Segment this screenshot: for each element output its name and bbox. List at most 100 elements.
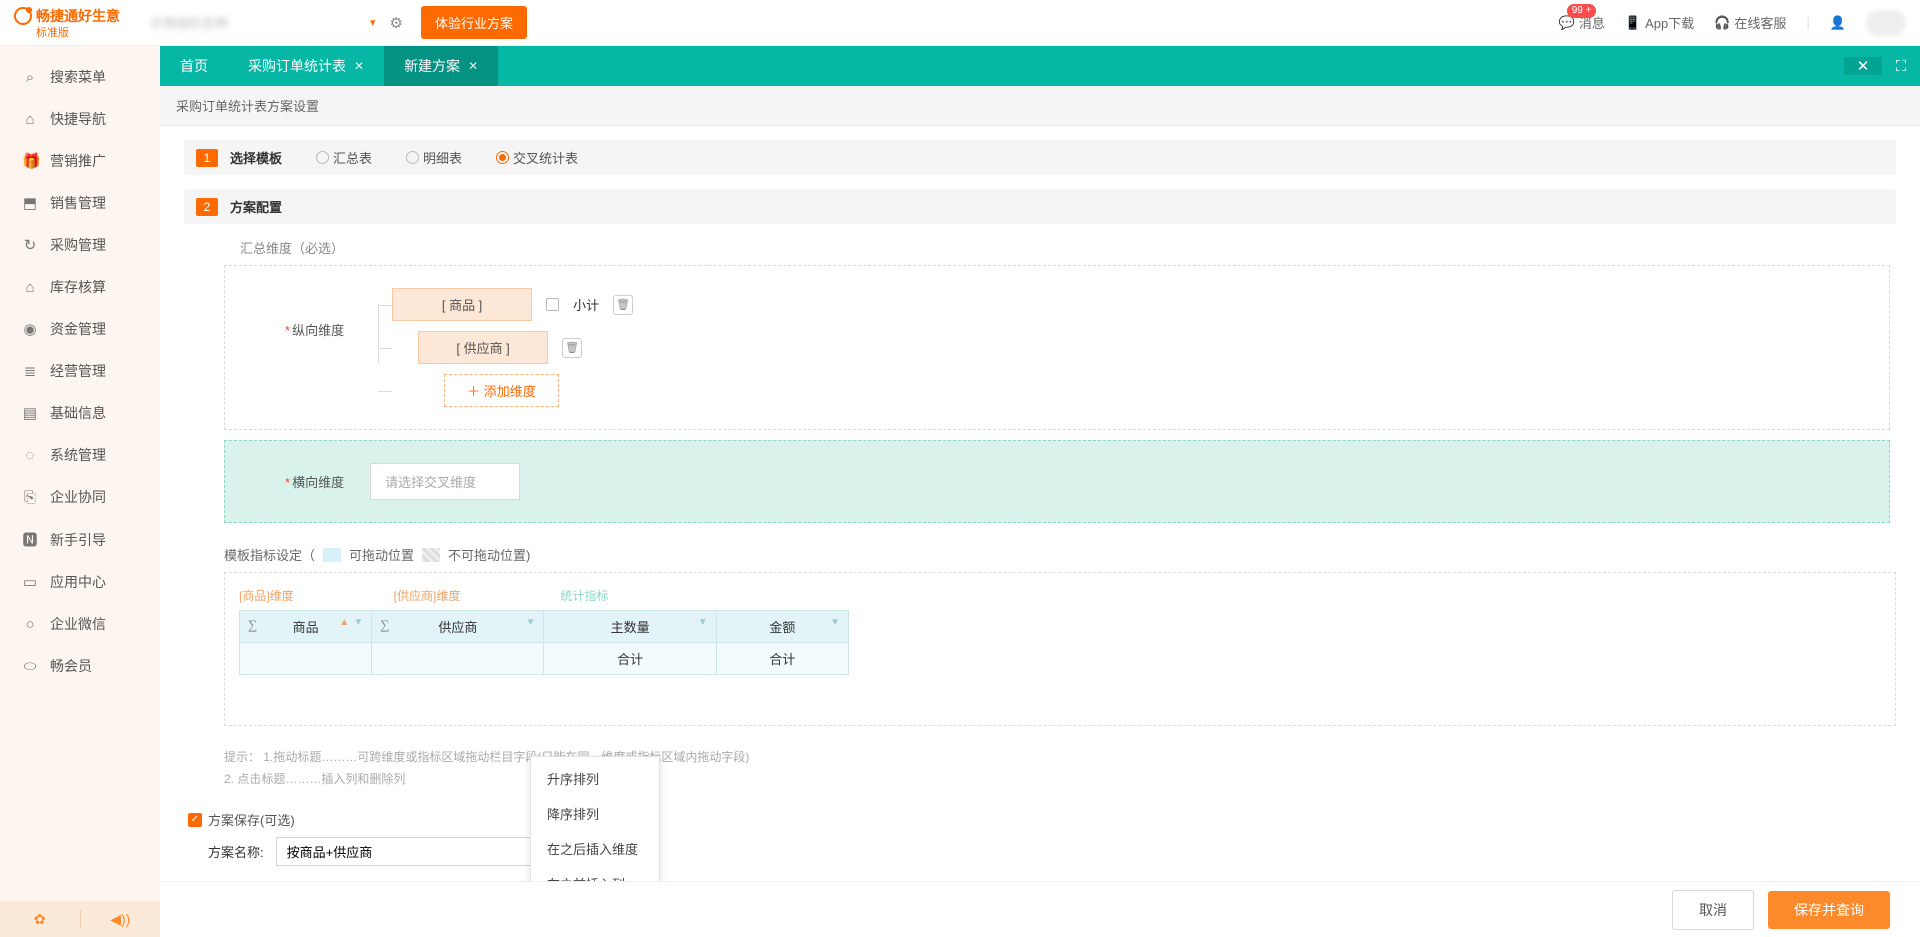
vertical-dim-label: *纵向维度: [285, 320, 344, 339]
horizontal-dimension-box: *横向维度 请选择交叉维度: [224, 440, 1890, 523]
service-label: 在线客服: [1734, 13, 1786, 32]
vertical-dimension-box: *纵向维度 [ 商品 ] 小计 🗑 [ 供应商 ] 🗑: [224, 265, 1890, 430]
online-service-button[interactable]: 🎧 在线客服: [1714, 13, 1786, 32]
messages-button[interactable]: 💬 消息 99 +: [1559, 13, 1605, 32]
sidebar-icon: 🅽: [22, 529, 38, 550]
gear-icon[interactable]: ⚙: [390, 14, 403, 32]
template-radio-cross[interactable]: 交叉统计表: [496, 148, 578, 167]
sidebar-icon: ↻: [22, 236, 38, 254]
cancel-button[interactable]: 取消: [1672, 890, 1754, 930]
sidebar-item-label: 采购管理: [50, 235, 106, 255]
template-radio-summary[interactable]: 汇总表: [316, 148, 372, 167]
chevron-down-icon[interactable]: ▼: [526, 617, 536, 628]
sidebar-collapse-button[interactable]: ◀)): [81, 911, 161, 928]
sidebar-item-6[interactable]: ◉资金管理: [0, 308, 160, 350]
subtotal-checkbox[interactable]: [546, 298, 559, 311]
tab-home[interactable]: 首页: [160, 46, 228, 86]
dimension-section-label: 汇总维度（必选）: [240, 238, 1896, 257]
template-radio-detail[interactable]: 明细表: [406, 148, 462, 167]
headset-icon: 🎧: [1714, 15, 1730, 31]
close-icon[interactable]: ✕: [354, 59, 364, 73]
ctx-item-0[interactable]: 升序排列: [531, 761, 659, 796]
sidebar-item-5[interactable]: ⌂库存核算: [0, 266, 160, 308]
sidebar-item-label: 基础信息: [50, 403, 106, 423]
dim-chip-product[interactable]: [ 商品 ]: [392, 288, 532, 321]
sidebar-item-4[interactable]: ↻ 采购管理: [0, 224, 160, 266]
add-dimension-button[interactable]: ＋ 添加维度: [444, 374, 559, 407]
brand: 畅捷通好生意 标准版: [14, 6, 120, 40]
chevron-down-icon[interactable]: ▼: [830, 617, 840, 628]
tab-purchase-report[interactable]: 采购订单统计表 ✕: [228, 46, 384, 86]
sidebar-item-12[interactable]: ▭应用中心: [0, 561, 160, 603]
sidebar-item-13[interactable]: ○企业微信: [0, 603, 160, 645]
top-bar: 畅捷通好生意 标准版 示例组织名称 ▾ ⚙ 体验行业方案 💬 消息 99 + 📱…: [0, 0, 1920, 46]
sidebar-icon: ⌂: [22, 279, 38, 296]
step-1-row: 1 选择模板 汇总表 明细表 交叉统计表: [184, 140, 1896, 175]
col-header-supplier[interactable]: ∑供应商▼: [372, 611, 544, 643]
chevron-down-icon[interactable]: ▼: [698, 617, 708, 628]
app-download-button[interactable]: 📱 App下载: [1625, 13, 1694, 32]
sidebar-item-14[interactable]: ⬭畅会员: [0, 645, 160, 687]
sidebar-item-8[interactable]: ▤ 基础信息: [0, 392, 160, 434]
sidebar-item-label: 畅会员: [50, 656, 92, 676]
sidebar-item-10[interactable]: ⎘企业协同: [0, 476, 160, 518]
close-icon[interactable]: ✕: [468, 59, 478, 73]
sidebar-item-9[interactable]: ◌系统管理: [0, 434, 160, 476]
save-checkbox[interactable]: ✓: [188, 813, 202, 827]
sidebar-item-11[interactable]: 🅽新手引导: [0, 518, 160, 561]
sidebar-item-label: 快捷导航: [50, 109, 106, 129]
step-1-badge: 1: [196, 149, 218, 167]
cross-dimension-select[interactable]: 请选择交叉维度: [370, 463, 520, 500]
sidebar-footer: ✿ ◀)): [0, 901, 160, 937]
sidebar-item-0[interactable]: ⌕搜索菜单: [0, 56, 160, 98]
org-selector[interactable]: 示例组织名称: [150, 13, 360, 32]
avatar[interactable]: [1866, 10, 1906, 36]
trial-plan-button[interactable]: 体验行业方案: [421, 6, 527, 39]
sigma-icon: ∑: [380, 617, 389, 633]
brand-name: 畅捷通好生意: [36, 6, 120, 26]
table-cell: [240, 643, 372, 675]
save-query-button[interactable]: 保存并查询: [1768, 891, 1890, 929]
sidebar-item-1[interactable]: ⌂快捷导航: [0, 98, 160, 140]
user-icon[interactable]: 👤: [1830, 15, 1846, 31]
tab-new-plan[interactable]: 新建方案 ✕: [384, 46, 498, 86]
fullscreen-button[interactable]: ⛶: [1882, 58, 1920, 75]
phone-icon: 📱: [1625, 15, 1641, 31]
ctx-item-3[interactable]: 在之前插入列: [531, 866, 659, 881]
plan-name-label: 方案名称:: [208, 842, 264, 861]
col-header-amount[interactable]: 金额▼: [716, 611, 848, 643]
sidebar-icon: ⌕: [22, 69, 38, 86]
dim-chip-supplier[interactable]: [ 供应商 ]: [418, 331, 548, 364]
sidebar-item-label: 应用中心: [50, 572, 106, 592]
subtotal-label: 小计: [573, 295, 599, 314]
sidebar-item-3[interactable]: ⬒销售管理: [0, 182, 160, 224]
col-header-product[interactable]: ∑商品▲▼: [240, 611, 372, 643]
tab-bar: 首页 采购订单统计表 ✕ 新建方案 ✕ ✕ ⛶: [160, 46, 1920, 86]
ctx-item-1[interactable]: 降序排列: [531, 796, 659, 831]
chevron-down-icon[interactable]: ▾: [370, 16, 376, 29]
sidebar-item-label: 经营管理: [50, 361, 106, 381]
plan-name-input[interactable]: [276, 837, 566, 866]
trash-icon[interactable]: 🗑: [613, 295, 633, 315]
horizontal-dim-label: *横向维度: [285, 472, 344, 491]
messages-badge: 99 +: [1567, 4, 1597, 18]
ctx-item-2[interactable]: 在之后插入维度: [531, 831, 659, 866]
brand-edition: 标准版: [36, 24, 120, 40]
sort-asc-icon[interactable]: ▲: [339, 617, 349, 628]
sidebar-item-2[interactable]: 🎁营销推广: [0, 140, 160, 182]
tab-purchase-label: 采购订单统计表: [248, 56, 346, 76]
table-cell-sum: 合计: [544, 643, 716, 675]
tab-home-label: 首页: [180, 56, 208, 76]
table-cell: [372, 643, 544, 675]
sidebar-icon: ◌: [22, 447, 38, 464]
breadcrumb: 采购订单统计表方案设置: [160, 86, 1920, 126]
col-header-qty[interactable]: 主数量▼: [544, 611, 716, 643]
sidebar-settings-button[interactable]: ✿: [0, 911, 80, 928]
grid-head-product: [商品]维度: [239, 587, 294, 604]
trash-icon[interactable]: 🗑: [562, 338, 582, 358]
legend-a-label: 可拖动位置: [349, 545, 414, 564]
sidebar-icon: ▤: [22, 404, 38, 422]
close-all-button[interactable]: ✕: [1844, 57, 1882, 75]
chevron-down-icon[interactable]: ▼: [353, 617, 363, 628]
sidebar-item-7[interactable]: ≣经营管理: [0, 350, 160, 392]
